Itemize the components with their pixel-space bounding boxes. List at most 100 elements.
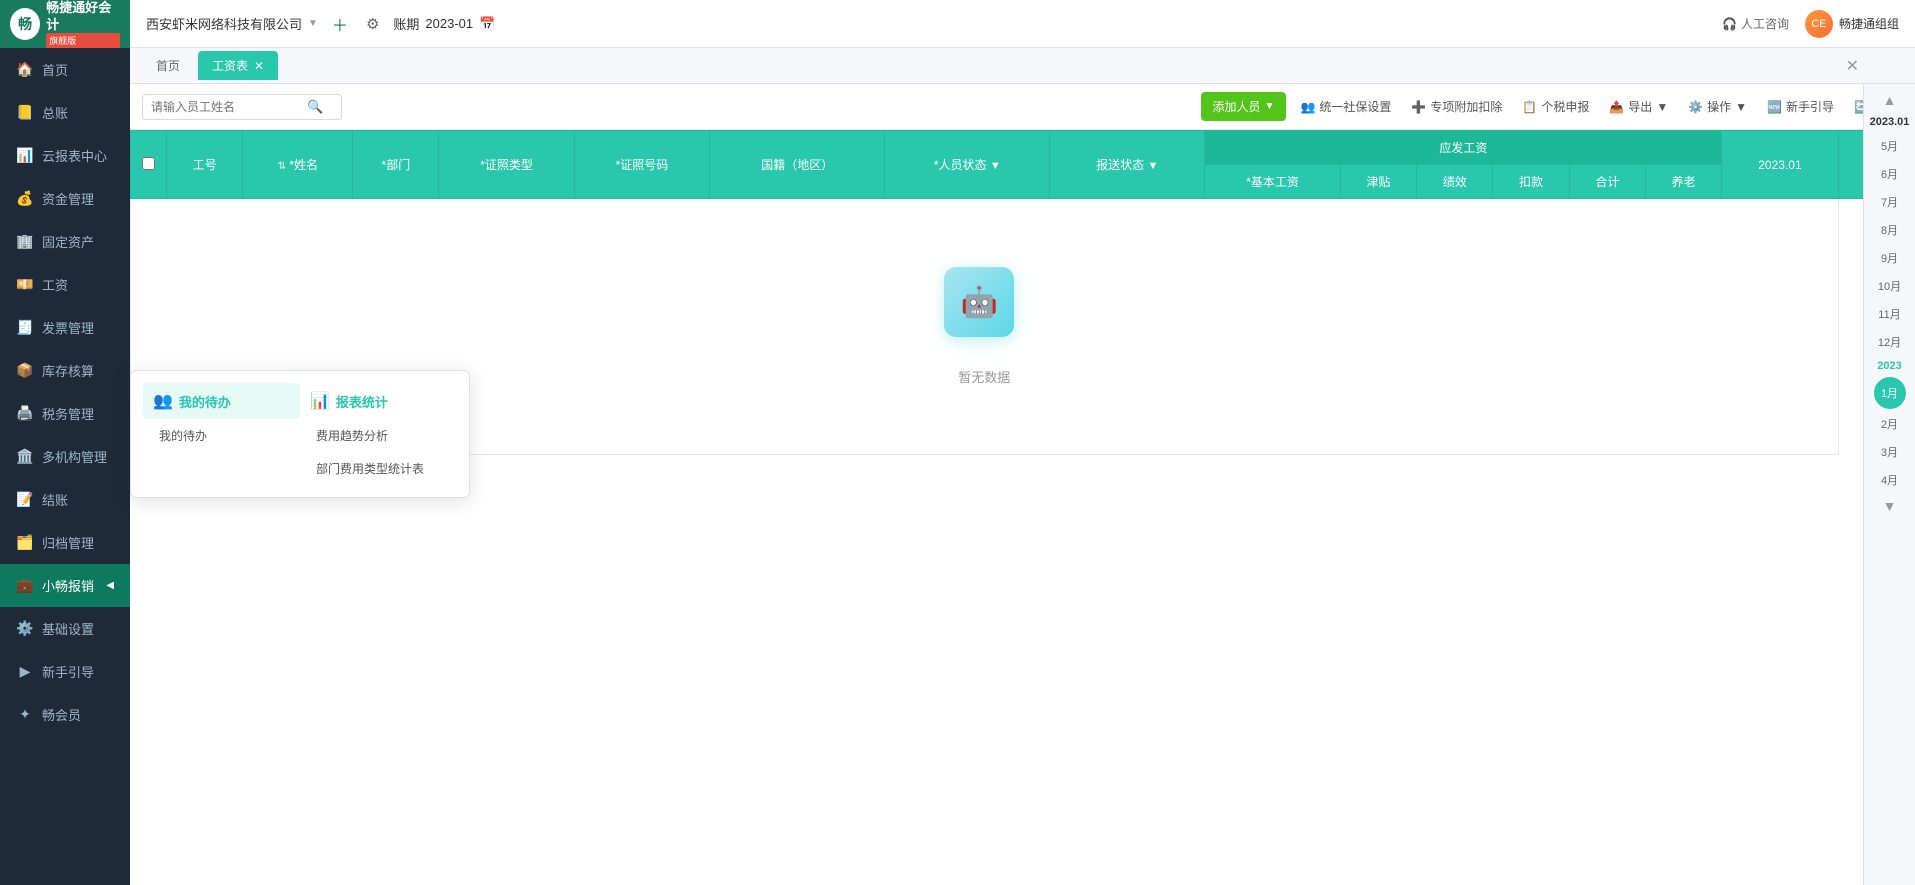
add-company-button[interactable]: ＋: [328, 12, 352, 36]
special-deduction-icon: ➕: [1411, 100, 1426, 114]
toolbar: 🔍 添加人员 ▼ 👥 统一社保设置 ➕ 专项附加扣除 📋 个税申报 📤 导出: [130, 84, 1915, 130]
th-deduction: 扣款: [1493, 165, 1569, 199]
sidebar-item-fund[interactable]: 💰 资金管理: [0, 177, 130, 220]
timeline-current-label: 2023.01: [1870, 112, 1910, 132]
social-security-icon: 👥: [1300, 100, 1315, 114]
th-cert-number: *证照号码: [574, 131, 709, 199]
sidebar-item-member[interactable]: ✦ 畅会员: [0, 693, 130, 736]
sidebar-item-settlement[interactable]: 📝 结账: [0, 478, 130, 521]
add-person-button[interactable]: 添加人员 ▼: [1201, 92, 1287, 121]
sidebar-item-archive[interactable]: 🗂️ 归档管理: [0, 521, 130, 564]
sidebar-item-multi-org[interactable]: 🏛️ 多机构管理: [0, 435, 130, 478]
timeline-next-button[interactable]: ▼: [1879, 494, 1901, 518]
timeline-month-11[interactable]: 11月: [1869, 301, 1911, 327]
toolbar-actions: 添加人员 ▼ 👥 统一社保设置 ➕ 专项附加扣除 📋 个税申报 📤 导出 ▼: [1201, 92, 1903, 121]
sidebar-item-inventory[interactable]: 📦 库存核算: [0, 349, 130, 392]
th-total: 合计: [1569, 165, 1645, 199]
th-person-status[interactable]: *人员状态 ▼: [885, 131, 1050, 199]
th-checkbox[interactable]: [131, 131, 167, 199]
th-name[interactable]: ⇅ *姓名: [243, 131, 353, 199]
logo-icon: 畅: [10, 8, 40, 40]
popup-stats-icon: 📊: [310, 391, 330, 411]
person-status-filter-icon: ▼: [990, 160, 1001, 172]
timeline-month-jan[interactable]: 1月: [1874, 377, 1906, 409]
tax-report-icon: 📋: [1522, 100, 1537, 114]
timeline-month-feb[interactable]: 2月: [1869, 411, 1911, 437]
popup-my-tasks-title[interactable]: 👥 我的待办: [143, 383, 300, 419]
sidebar-nav: 🏠 首页 📒 总账 📊 云报表中心 💰 资金管理 🏢 固定资产 💴 工资 🧾 发…: [0, 48, 130, 885]
timeline-month-9[interactable]: 9月: [1869, 245, 1911, 271]
xiaochang-icon: 💼: [16, 577, 34, 594]
search-box: 🔍: [142, 94, 342, 120]
service-button[interactable]: 🎧 人工咨询: [1722, 15, 1789, 32]
timeline-month-apr[interactable]: 4月: [1869, 467, 1911, 493]
th-cert-type: *证照类型: [439, 131, 574, 199]
th-year-label: 2023.01: [1722, 131, 1838, 199]
company-dropdown-icon: ▼: [308, 18, 318, 29]
timeline-month-5[interactable]: 5月: [1869, 133, 1911, 159]
search-input[interactable]: [151, 100, 301, 114]
tabs-bar: 首页 工资表 ✕: [130, 48, 1915, 84]
timeline-month-7[interactable]: 7月: [1869, 189, 1911, 215]
th-job-number: 工号: [167, 131, 243, 199]
sidebar-logo: 畅 畅捷通好会计 旗舰版: [0, 0, 130, 48]
sidebar-item-salary[interactable]: 💴 工资: [0, 263, 130, 306]
timeline-month-12[interactable]: 12月: [1869, 329, 1911, 355]
user-menu[interactable]: CE 畅捷通组组: [1805, 10, 1899, 38]
sidebar-item-basic-settings[interactable]: ⚙️ 基础设置: [0, 607, 130, 650]
header: 西安虾米网络科技有限公司 ▼ ＋ ⚙ 账期 2023-01 📅 🎧 人工咨询 C…: [130, 0, 1915, 48]
salary-icon: 💴: [16, 276, 34, 293]
sidebar-item-guide[interactable]: ▶ 新手引导: [0, 650, 130, 693]
operations-button[interactable]: ⚙️ 操作 ▼: [1682, 94, 1753, 119]
export-button[interactable]: 📤 导出 ▼: [1603, 94, 1674, 119]
popup-item-cost-trend[interactable]: 费用趋势分析: [300, 419, 457, 452]
special-deduction-button[interactable]: ➕ 专项附加扣除: [1405, 94, 1508, 119]
popup-report-stats-title[interactable]: 📊 报表统计: [300, 383, 457, 419]
sidebar-item-invoice[interactable]: 🧾 发票管理: [0, 306, 130, 349]
basic-settings-icon: ⚙️: [16, 620, 34, 637]
tax-report-button[interactable]: 📋 个税申报: [1516, 94, 1595, 119]
th-salary-group: 应发工资: [1205, 131, 1722, 165]
select-all-checkbox[interactable]: [142, 157, 155, 170]
company-name: 西安虾米网络科技有限公司: [146, 14, 302, 33]
multi-org-icon: 🏛️: [16, 448, 34, 465]
sidebar-item-xiaochang[interactable]: 💼 小畅报销 ◀: [0, 564, 130, 607]
sidebar-item-tax[interactable]: 🖨️ 税务管理: [0, 392, 130, 435]
export-dropdown-icon: ▼: [1656, 100, 1668, 114]
timeline-month-6[interactable]: 6月: [1869, 161, 1911, 187]
popup-item-dept-cost[interactable]: 部门费用类型统计表: [300, 452, 457, 485]
member-icon: ✦: [16, 706, 34, 723]
settings-icon[interactable]: ⚙: [362, 15, 383, 33]
new-guide-icon: 🆕: [1767, 100, 1782, 114]
calendar-icon[interactable]: 📅: [479, 16, 495, 32]
inventory-icon: 📦: [16, 362, 34, 379]
timeline-month-mar[interactable]: 3月: [1869, 439, 1911, 465]
th-send-status[interactable]: 报送状态 ▼: [1050, 131, 1205, 199]
chevron-left-icon: ◀: [106, 580, 114, 591]
sidebar-item-ledger[interactable]: 📒 总账: [0, 91, 130, 134]
sidebar-item-cloud-report[interactable]: 📊 云报表中心: [0, 134, 130, 177]
guide-icon: ▶: [16, 663, 34, 680]
timeline-month-10[interactable]: 10月: [1869, 273, 1911, 299]
timeline-prev-button[interactable]: ▲: [1879, 88, 1901, 112]
new-guide-button[interactable]: 🆕 新手引导: [1761, 94, 1840, 119]
popup-item-my-tasks[interactable]: 我的待办: [143, 419, 300, 452]
tab-home[interactable]: 首页: [142, 51, 194, 80]
sidebar: 畅 畅捷通好会计 旗舰版 🏠 首页 📒 总账 📊 云报表中心 💰 资金管理 🏢 …: [0, 0, 130, 885]
close-panel-button[interactable]: ✕: [1846, 56, 1859, 76]
company-selector[interactable]: 西安虾米网络科技有限公司 ▼: [146, 14, 318, 33]
sidebar-item-fixed-assets[interactable]: 🏢 固定资产: [0, 220, 130, 263]
archive-icon: 🗂️: [16, 534, 34, 551]
timeline-month-8[interactable]: 8月: [1869, 217, 1911, 243]
logo-text: 畅捷通好会计 旗舰版: [46, 0, 120, 48]
home-icon: 🏠: [16, 61, 34, 78]
sidebar-item-home[interactable]: 🏠 首页: [0, 48, 130, 91]
popup-menu-row: 👥 我的待办 我的待办 📊 报表统计 费用趋势分析 部门费用类型统计表: [143, 383, 457, 485]
tab-close-icon[interactable]: ✕: [254, 59, 264, 73]
tab-salary[interactable]: 工资表 ✕: [198, 51, 278, 80]
empty-icon: 🤖: [944, 267, 1024, 347]
operations-dropdown-icon: ▼: [1735, 100, 1747, 114]
period-label: 账期: [393, 14, 419, 33]
social-security-button[interactable]: 👥 统一社保设置: [1294, 94, 1397, 119]
add-person-dropdown-icon: ▼: [1265, 101, 1275, 112]
